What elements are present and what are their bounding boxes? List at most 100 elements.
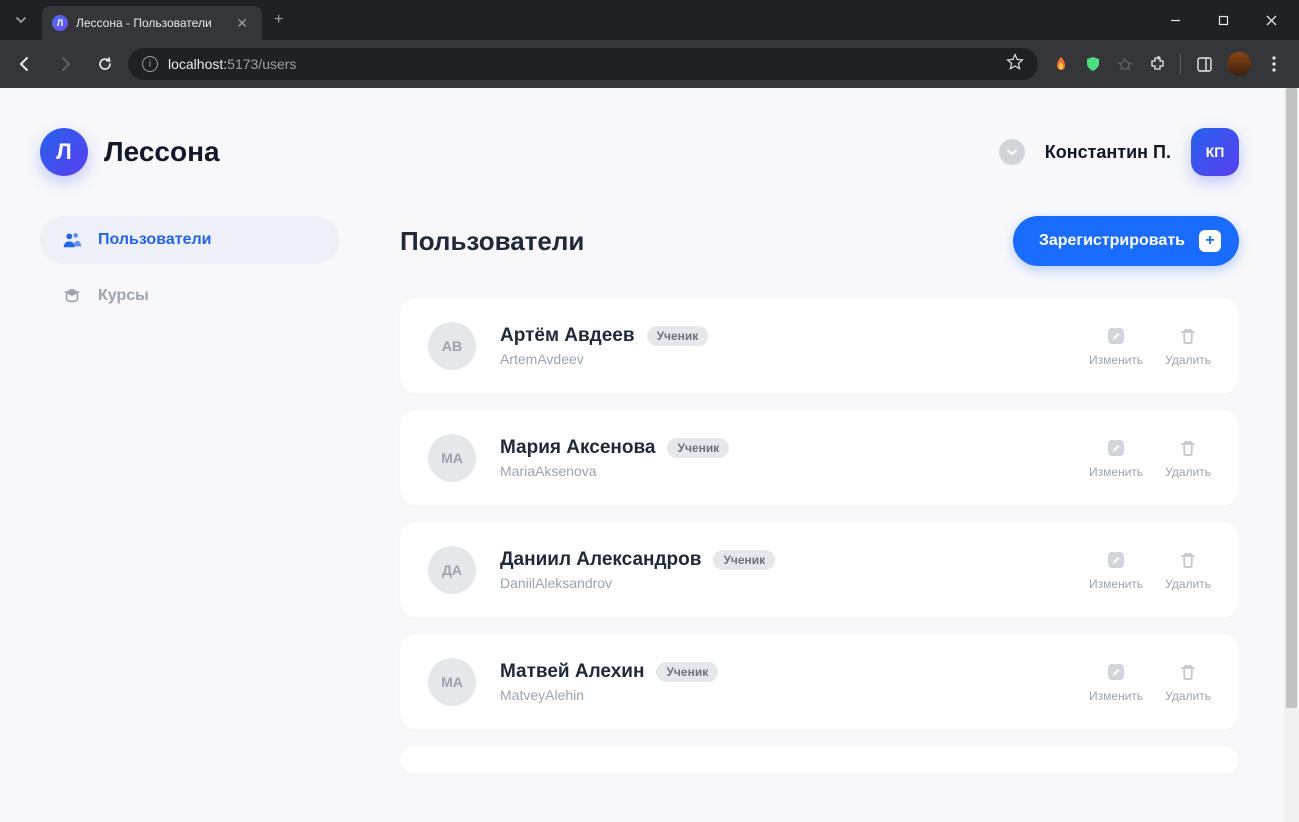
- delete-label: Удалить: [1165, 577, 1211, 591]
- address-bar: i localhost:5173/users: [0, 40, 1299, 88]
- user-full-name: Артём Авдеев: [500, 325, 635, 347]
- page-title: Пользователи: [400, 226, 584, 257]
- user-role-badge: Ученик: [656, 662, 718, 682]
- user-info: Артём Авдеев Ученик ArtemAvdeev: [500, 325, 1089, 367]
- current-user-avatar[interactable]: КП: [1191, 128, 1239, 176]
- user-avatar: МА: [428, 658, 476, 706]
- user-actions: Изменить Удалить: [1089, 661, 1211, 703]
- current-user-name: Константин П.: [1045, 142, 1171, 163]
- user-card: [400, 746, 1239, 774]
- tab-close-icon[interactable]: ✕: [232, 15, 252, 32]
- edit-label: Изменить: [1089, 689, 1143, 703]
- edit-label: Изменить: [1089, 353, 1143, 367]
- users-icon: [62, 230, 82, 250]
- new-tab-button[interactable]: +: [262, 11, 295, 29]
- extension-icon-shield[interactable]: [1084, 55, 1102, 73]
- tab-title: Лессона - Пользователи: [76, 16, 224, 30]
- maximize-button[interactable]: [1201, 4, 1245, 36]
- main-header: Пользователи Зарегистрировать +: [400, 216, 1239, 266]
- trash-icon: [1177, 437, 1199, 459]
- edit-icon: [1105, 437, 1127, 459]
- app-brand: Лессона: [104, 136, 220, 168]
- browser-tab[interactable]: Л Лессона - Пользователи ✕: [42, 6, 262, 40]
- user-avatar: АВ: [428, 322, 476, 370]
- user-card: ДА Даниил Александров Ученик DaniilAleks…: [400, 522, 1239, 618]
- trash-icon: [1177, 661, 1199, 683]
- edit-icon: [1105, 549, 1127, 571]
- tab-favicon: Л: [52, 15, 68, 31]
- register-user-button[interactable]: Зарегистрировать +: [1013, 216, 1239, 266]
- header-right: Константин П. КП: [999, 128, 1239, 176]
- trash-icon: [1177, 549, 1199, 571]
- user-login: MariaAksenova: [500, 463, 1089, 479]
- sidebar-item-courses[interactable]: Курсы: [40, 272, 340, 320]
- browser-menu-button[interactable]: [1265, 55, 1283, 73]
- edit-label: Изменить: [1089, 577, 1143, 591]
- trash-icon: [1177, 325, 1199, 347]
- delete-user-button[interactable]: Удалить: [1165, 549, 1211, 591]
- user-actions: Изменить Удалить: [1089, 549, 1211, 591]
- extensions-button[interactable]: [1148, 55, 1166, 73]
- tab-search-button[interactable]: [6, 5, 36, 35]
- profile-avatar[interactable]: [1227, 52, 1251, 76]
- sidebar-item-users[interactable]: Пользователи: [40, 216, 340, 264]
- user-login: ArtemAvdeev: [500, 351, 1089, 367]
- user-full-name: Мария Аксенова: [500, 437, 655, 459]
- viewport: Л Лессона Константин П. КП: [0, 88, 1299, 822]
- user-info: Матвей Алехин Ученик MatveyAlehin: [500, 661, 1089, 703]
- user-card: МА Мария Аксенова Ученик MariaAksenova И…: [400, 410, 1239, 506]
- register-button-label: Зарегистрировать: [1039, 232, 1185, 250]
- url-input[interactable]: i localhost:5173/users: [128, 48, 1038, 80]
- user-info: Даниил Александров Ученик DaniilAleksand…: [500, 549, 1089, 591]
- side-panel-button[interactable]: [1195, 55, 1213, 73]
- toolbar-divider: [1180, 54, 1181, 74]
- delete-label: Удалить: [1165, 353, 1211, 367]
- back-button[interactable]: [8, 47, 42, 81]
- user-role-badge: Ученик: [667, 438, 729, 458]
- plus-icon: +: [1199, 230, 1221, 252]
- close-window-button[interactable]: [1249, 4, 1293, 36]
- user-login: MatveyAlehin: [500, 687, 1089, 703]
- forward-button[interactable]: [48, 47, 82, 81]
- reload-button[interactable]: [88, 47, 122, 81]
- user-role-badge: Ученик: [713, 550, 775, 570]
- delete-user-button[interactable]: Удалить: [1165, 325, 1211, 367]
- extension-icon-bug[interactable]: [1116, 55, 1134, 73]
- sidebar: Пользователи Курсы: [40, 216, 340, 790]
- delete-user-button[interactable]: Удалить: [1165, 437, 1211, 479]
- minimize-button[interactable]: [1153, 4, 1197, 36]
- app-logo[interactable]: Л: [40, 128, 88, 176]
- edit-user-button[interactable]: Изменить: [1089, 325, 1143, 367]
- app-body: Пользователи Курсы Пользователи Заре: [40, 216, 1239, 790]
- site-info-icon[interactable]: i: [142, 56, 158, 72]
- user-actions: Изменить Удалить: [1089, 325, 1211, 367]
- sidebar-item-label: Курсы: [98, 287, 149, 305]
- delete-label: Удалить: [1165, 689, 1211, 703]
- scrollbar-thumb[interactable]: [1286, 88, 1297, 708]
- edit-user-button[interactable]: Изменить: [1089, 437, 1143, 479]
- user-menu-toggle[interactable]: [999, 139, 1025, 165]
- edit-user-button[interactable]: Изменить: [1089, 661, 1143, 703]
- courses-icon: [62, 286, 82, 306]
- sidebar-item-label: Пользователи: [98, 231, 211, 249]
- user-card: АВ Артём Авдеев Ученик ArtemAvdeev Измен…: [400, 298, 1239, 394]
- user-login: DaniilAleksandrov: [500, 575, 1089, 591]
- app-header: Л Лессона Константин П. КП: [40, 128, 1239, 176]
- main-content: Пользователи Зарегистрировать + АВ Артём…: [400, 216, 1239, 790]
- users-list: АВ Артём Авдеев Ученик ArtemAvdeev Измен…: [400, 298, 1239, 774]
- edit-user-button[interactable]: Изменить: [1089, 549, 1143, 591]
- user-info: Мария Аксенова Ученик MariaAksenova: [500, 437, 1089, 479]
- delete-user-button[interactable]: Удалить: [1165, 661, 1211, 703]
- delete-label: Удалить: [1165, 465, 1211, 479]
- edit-icon: [1105, 325, 1127, 347]
- user-avatar: ДА: [428, 546, 476, 594]
- bookmark-star-icon[interactable]: [1006, 53, 1024, 76]
- user-full-name: Даниил Александров: [500, 549, 701, 571]
- extension-icons: [1044, 52, 1291, 76]
- edit-label: Изменить: [1089, 465, 1143, 479]
- user-avatar: МА: [428, 434, 476, 482]
- user-role-badge: Ученик: [647, 326, 709, 346]
- scrollbar-track[interactable]: [1284, 88, 1299, 822]
- extension-icon-flame[interactable]: [1052, 55, 1070, 73]
- browser-window: Л Лессона - Пользователи ✕ +: [0, 0, 1299, 822]
